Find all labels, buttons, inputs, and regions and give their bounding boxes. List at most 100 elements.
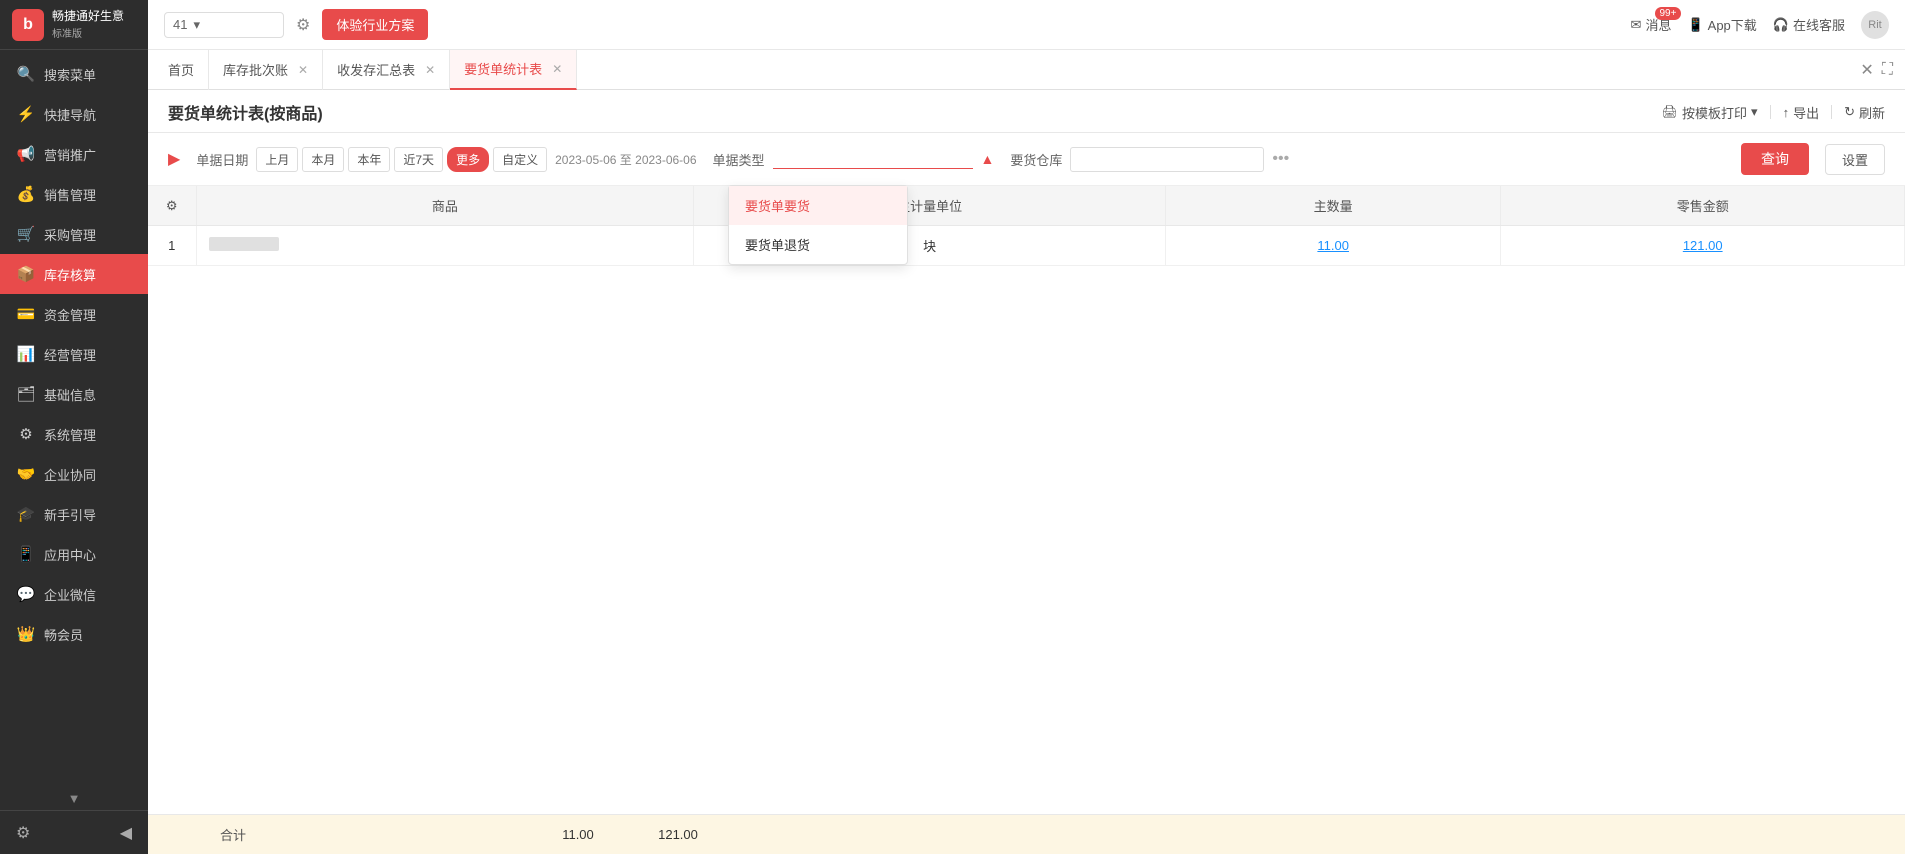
- service-icon: 🎧: [1773, 17, 1789, 33]
- settings-icon[interactable]: ⚙: [16, 823, 30, 843]
- refresh-icon: ↻: [1844, 104, 1855, 120]
- basic-icon: 🗂: [16, 384, 36, 404]
- trial-button[interactable]: 体验行业方案: [322, 9, 428, 40]
- sidebar-item-sales[interactable]: 💰 销售管理: [0, 174, 148, 214]
- td-qty: 11.00: [1165, 226, 1500, 266]
- type-dropdown-menu: 要货单要货 要货单退货: [728, 185, 908, 265]
- td-amount: 121.00: [1501, 226, 1905, 266]
- app-download-button[interactable]: 📱 App下载: [1687, 15, 1756, 34]
- date-7days-button[interactable]: 近7天: [394, 147, 443, 172]
- qty-link[interactable]: 11.00: [1317, 238, 1349, 253]
- print-button[interactable]: 🖨 按模板打印 ▾: [1662, 103, 1758, 122]
- member-icon: 👑: [16, 624, 36, 644]
- sidebar-item-corp[interactable]: 🤝 企业协同: [0, 454, 148, 494]
- sidebar-item-purchase[interactable]: 🛒 采购管理: [0, 214, 148, 254]
- filter-warehouse-input[interactable]: [1070, 147, 1264, 172]
- sidebar-scroll-down[interactable]: ▼: [0, 786, 148, 810]
- sidebar-item-label: 企业协同: [44, 465, 132, 484]
- company-selector[interactable]: 41 ▾: [164, 12, 284, 38]
- col-product: 商品: [196, 186, 694, 226]
- sidebar: b 畅捷通好生意 标准版 🔍 搜索菜单 ⚡ 快捷导航 📢 营销推广 💰 销售管理…: [0, 0, 148, 854]
- operation-icon: 📊: [16, 344, 36, 364]
- corp-icon: 🤝: [16, 464, 36, 484]
- action-separator-2: [1831, 105, 1832, 119]
- app-label: App下载: [1708, 15, 1757, 34]
- avatar-text: Rit: [1868, 19, 1881, 31]
- sidebar-item-inventory[interactable]: 📦 库存核算: [0, 254, 148, 294]
- td-product: [196, 226, 694, 266]
- sidebar-item-finance[interactable]: 💳 资金管理: [0, 294, 148, 334]
- tab-inventory-batch[interactable]: 库存批次账 ✕: [209, 50, 323, 90]
- tab-request-summary-close[interactable]: ✕: [552, 62, 562, 76]
- shortcut-icon: ⚡: [16, 104, 36, 124]
- tab-inventory-batch-close[interactable]: ✕: [298, 63, 308, 77]
- dropdown-item-return[interactable]: 要货单退货: [729, 225, 907, 264]
- sidebar-item-label: 系统管理: [44, 425, 132, 444]
- sidebar-item-operation[interactable]: 📊 经营管理: [0, 334, 148, 374]
- expand-tabs-icon[interactable]: ⛶: [1882, 61, 1893, 79]
- sidebar-logo: b 畅捷通好生意 标准版: [0, 0, 148, 50]
- tab-recv-summary-label: 收发存汇总表: [337, 60, 415, 79]
- tab-request-summary-label: 要货单统计表: [464, 59, 542, 78]
- col-settings[interactable]: ⚙: [148, 186, 196, 226]
- filter-toggle-button[interactable]: ▶: [168, 149, 180, 169]
- sidebar-item-system[interactable]: ⚙ 系统管理: [0, 414, 148, 454]
- search-button[interactable]: 查询: [1741, 143, 1809, 175]
- user-avatar[interactable]: Rit: [1861, 11, 1889, 39]
- date-more-button[interactable]: 更多: [447, 147, 489, 172]
- tab-recv-summary-close[interactable]: ✕: [425, 63, 435, 77]
- col-qty: 主数量: [1165, 186, 1500, 226]
- dropdown-item-order[interactable]: 要货单要货: [729, 186, 907, 225]
- date-this-month-button[interactable]: 本月: [302, 147, 344, 172]
- export-button[interactable]: ↑ 导出: [1783, 103, 1820, 122]
- online-service-button[interactable]: 🎧 在线客服: [1773, 15, 1845, 34]
- sidebar-item-member[interactable]: 👑 畅会员: [0, 614, 148, 654]
- page-area: 要货单统计表(按商品) 🖨 按模板打印 ▾ ↑ 导出 ↻ 刷新: [148, 90, 1905, 854]
- product-blurred: [209, 237, 279, 251]
- sidebar-item-apps[interactable]: 📱 应用中心: [0, 534, 148, 574]
- search-icon: 🔍: [16, 64, 36, 84]
- date-custom-button[interactable]: 自定义: [493, 147, 547, 172]
- close-all-tabs-button[interactable]: ✕: [1860, 60, 1873, 80]
- filter-type-arrow-icon[interactable]: ▲: [981, 151, 995, 167]
- filter-settings-button[interactable]: 设置: [1825, 144, 1885, 175]
- sidebar-bottom: ⚙ ◀: [0, 810, 148, 854]
- company-selector-text: 41: [173, 17, 187, 32]
- tab-home[interactable]: 首页: [160, 50, 209, 90]
- sidebar-item-label: 营销推广: [44, 145, 132, 164]
- sidebar-item-marketing[interactable]: 📢 营销推广: [0, 134, 148, 174]
- sidebar-item-label: 经营管理: [44, 345, 132, 364]
- table-area: ⚙ 商品 主计量单位 主数量 零售金额 1: [148, 186, 1905, 814]
- table-settings-icon: ⚙: [166, 198, 178, 213]
- sidebar-item-search[interactable]: 🔍 搜索菜单: [0, 54, 148, 94]
- app-name: 畅捷通好生意: [52, 9, 124, 25]
- footer-label: 合计: [208, 825, 408, 844]
- sidebar-item-basic[interactable]: 🗂 基础信息: [0, 374, 148, 414]
- tab-recv-summary[interactable]: 收发存汇总表 ✕: [323, 50, 450, 90]
- sidebar-item-wechat[interactable]: 💬 企业微信: [0, 574, 148, 614]
- sidebar-nav: 🔍 搜索菜单 ⚡ 快捷导航 📢 营销推广 💰 销售管理 🛒 采购管理 📦 库存核…: [0, 50, 148, 786]
- sidebar-item-newbie[interactable]: 🎓 新手引导: [0, 494, 148, 534]
- td-seq: 1: [148, 226, 196, 266]
- collapse-icon[interactable]: ◀: [120, 823, 132, 843]
- filter-type-input[interactable]: [773, 149, 973, 169]
- amount-link[interactable]: 121.00: [1683, 238, 1723, 253]
- sidebar-item-shortcut[interactable]: ⚡ 快捷导航: [0, 94, 148, 134]
- tab-request-summary[interactable]: 要货单统计表 ✕: [450, 50, 577, 90]
- refresh-button[interactable]: ↻ 刷新: [1844, 103, 1885, 122]
- filter-warehouse-more-icon[interactable]: •••: [1272, 150, 1289, 168]
- data-table: ⚙ 商品 主计量单位 主数量 零售金额 1: [148, 186, 1905, 266]
- system-icon: ⚙: [16, 424, 36, 444]
- newbie-icon: 🎓: [16, 504, 36, 524]
- print-icon: 🖨: [1662, 104, 1679, 120]
- finance-icon: 💳: [16, 304, 36, 324]
- date-last-month-button[interactable]: 上月: [256, 147, 298, 172]
- settings-gear-icon[interactable]: ⚙: [296, 15, 310, 35]
- sidebar-item-label: 畅会员: [44, 625, 132, 644]
- page-title: 要货单统计表(按商品): [168, 100, 323, 124]
- tab-inventory-batch-label: 库存批次账: [223, 60, 288, 79]
- sidebar-item-label: 搜索菜单: [44, 65, 132, 84]
- app-sub: 标准版: [52, 25, 124, 40]
- message-button[interactable]: ✉ 消息 99+: [1631, 15, 1672, 34]
- date-this-year-button[interactable]: 本年: [348, 147, 390, 172]
